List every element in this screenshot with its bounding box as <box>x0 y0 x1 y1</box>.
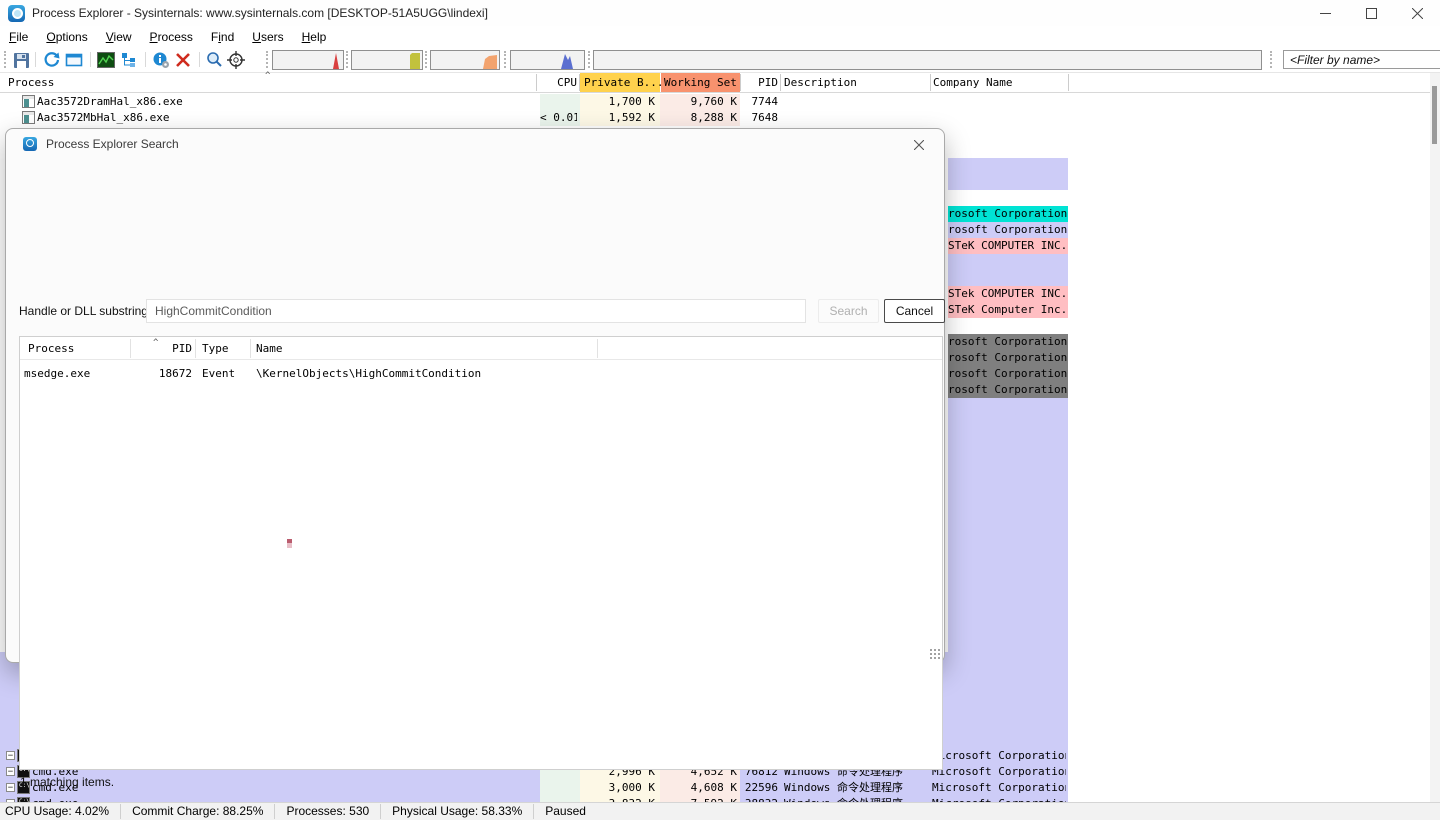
company-strip-row[interactable]: rosoft Corporation <box>948 334 1068 350</box>
private-bytes-value: 3,000 K <box>580 780 655 796</box>
status-processes: Processes: 530 <box>275 804 381 819</box>
company-strip-row[interactable]: rosoft Corporation <box>948 350 1068 366</box>
process-explorer-search-dialog: Process Explorer Search Handle or DLL su… <box>5 128 945 663</box>
vertical-scrollbar[interactable] <box>1430 73 1440 802</box>
company-value <box>932 668 1066 684</box>
status-cpu-usage: CPU Usage: 4.02% <box>0 804 121 819</box>
handle-substring-label: Handle or DLL substring: <box>19 304 151 318</box>
result-column-type[interactable]: Type <box>202 337 229 359</box>
dialog-resize-grip[interactable] <box>930 649 940 659</box>
scrollbar-thumb[interactable] <box>1432 86 1437 144</box>
cpu-value <box>540 94 577 110</box>
private-bytes-value: 1,592 K <box>580 110 655 126</box>
result-type: Event <box>202 365 235 383</box>
aac-process-icon <box>22 95 35 108</box>
dialog-title: Process Explorer Search <box>46 137 179 151</box>
cancel-button[interactable]: Cancel <box>884 299 945 323</box>
company-value <box>932 94 1066 110</box>
process-row[interactable]: Aac3572DramHal_x86.exe 1,700 K 9,760 K 7744 <box>0 94 1430 110</box>
status-physical-usage: Physical Usage: 58.33% <box>381 804 534 819</box>
collapse-expander-icon[interactable]: − <box>6 783 15 792</box>
company-value <box>932 732 1066 748</box>
cpu-value: < 0.01 <box>540 110 577 126</box>
result-name: \KernelObjects\HighCommitCondition <box>256 365 481 383</box>
result-pid: 18672 <box>130 365 192 383</box>
company-strip-row[interactable] <box>948 190 1068 206</box>
description-value <box>784 110 928 126</box>
company-strip-row[interactable]: STeK COMPUTER INC. <box>948 238 1068 254</box>
private-bytes-value: 1,700 K <box>580 94 655 110</box>
collapse-expander-icon[interactable]: − <box>6 751 15 760</box>
company-strip-row[interactable]: rosoft Corporation <box>948 382 1068 398</box>
working-set-value: 4,608 K <box>660 780 737 796</box>
company-strip-row[interactable]: STek COMPUTER INC. <box>948 286 1068 302</box>
company-value <box>932 700 1066 716</box>
description-value: Windows 命令处理程序 <box>784 780 928 796</box>
working-set-value: 8,288 K <box>660 110 737 126</box>
process-name: Aac3572DramHal_x86.exe <box>37 94 183 110</box>
company-value: Microsoft Corporation <box>932 780 1066 796</box>
company-value <box>932 684 1066 700</box>
close-icon <box>914 140 924 150</box>
collapse-expander-icon[interactable]: − <box>6 767 15 776</box>
company-strip-row[interactable]: rosoft Corporation <box>948 206 1068 222</box>
company-strip-row[interactable]: rosoft Corporation <box>948 366 1068 382</box>
company-value <box>932 110 1066 126</box>
description-value <box>784 94 928 110</box>
process-row[interactable]: −cmd.exe3,000 K4,608 K22596Windows 命令处理程… <box>0 780 1430 796</box>
company-strip-row[interactable] <box>948 270 1068 286</box>
aac-process-icon <box>22 111 35 124</box>
company-strip-row[interactable] <box>948 254 1068 270</box>
handle-substring-input[interactable] <box>146 299 806 323</box>
status-commit-charge: Commit Charge: 88.25% <box>121 804 275 819</box>
company-value: Microsoft Corporation <box>932 748 1066 764</box>
pid-value: 7744 <box>742 94 778 110</box>
process-row[interactable]: Aac3572MbHal_x86.exe < 0.011,592 K 8,288 K… <box>0 110 1430 126</box>
pid-value: 22596 <box>742 780 778 796</box>
column-divider <box>597 339 598 358</box>
result-column-name[interactable]: Name <box>256 337 283 359</box>
result-column-process[interactable]: Process <box>28 337 74 359</box>
company-value: Microsoft Corporation <box>932 764 1066 780</box>
working-set-value: 9,760 K <box>660 94 737 110</box>
company-strip-row[interactable]: rosoft Corporation <box>948 222 1068 238</box>
search-result-row[interactable]: msedge.exe 18672 Event \KernelObjects\HighC… <box>20 365 942 383</box>
cpu-value <box>540 780 577 796</box>
dialog-status-text: 1 matching items. <box>20 775 114 789</box>
search-results-list: Process ^ PID Type Name msedge.exe18672E… <box>19 336 943 770</box>
process-explorer-app-icon <box>23 137 37 151</box>
company-strip-row[interactable] <box>948 318 1068 334</box>
status-paused: Paused <box>534 804 597 819</box>
dialog-title-bar: Process Explorer Search <box>6 129 944 159</box>
column-divider <box>250 339 251 358</box>
result-column-pid[interactable]: PID <box>130 337 192 359</box>
company-strip-row[interactable] <box>948 158 1068 174</box>
company-value <box>932 716 1066 732</box>
status-bar: CPU Usage: 4.02%Commit Charge: 88.25%Pro… <box>0 802 1440 820</box>
company-strip-row[interactable]: STeK Computer Inc. <box>948 302 1068 318</box>
own-process-block[interactable] <box>948 398 1068 668</box>
company-strip-row[interactable] <box>948 174 1068 190</box>
render-artifact <box>287 539 292 548</box>
dialog-close-button[interactable] <box>902 133 936 157</box>
process-name: Aac3572MbHal_x86.exe <box>37 110 169 126</box>
column-divider <box>195 339 196 358</box>
result-process: msedge.exe <box>24 365 90 383</box>
header-divider <box>20 359 942 360</box>
search-button[interactable]: Search <box>818 299 879 323</box>
pid-value: 7648 <box>742 110 778 126</box>
